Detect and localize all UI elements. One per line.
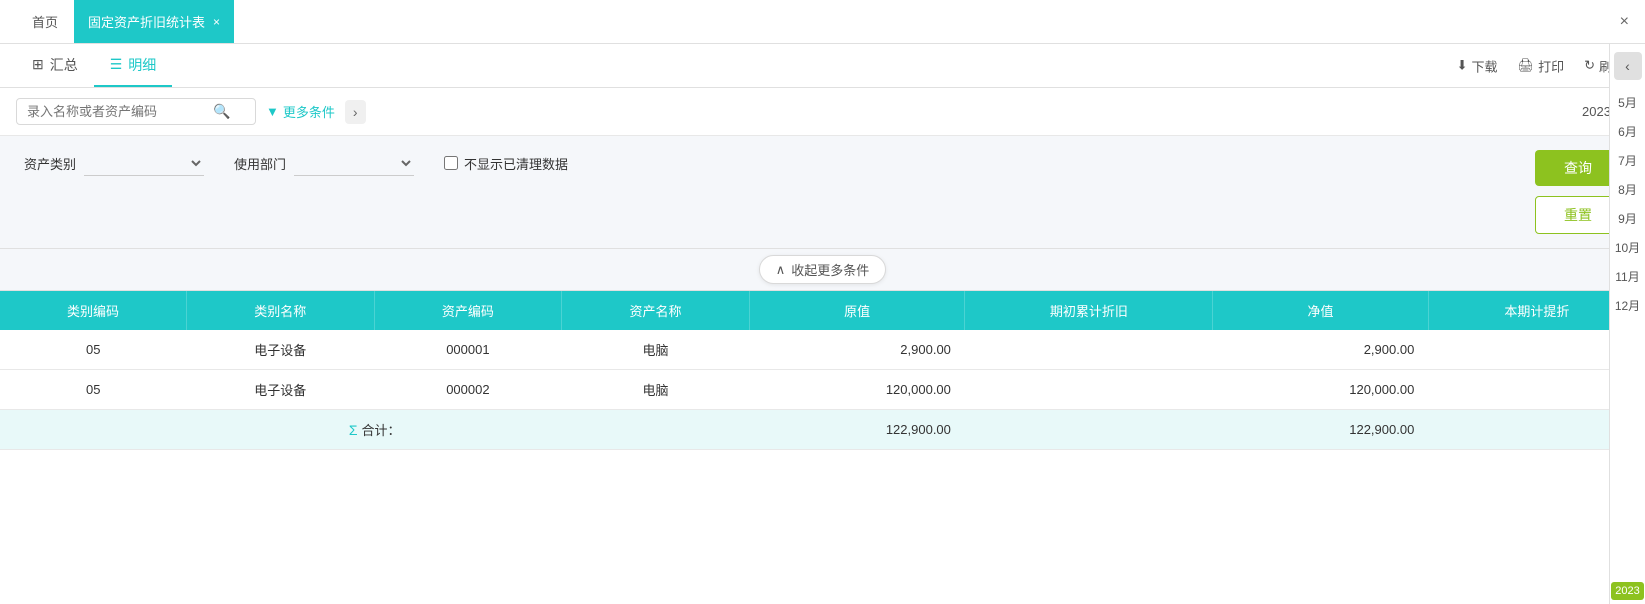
cell-accumulated-dep [965,370,1213,410]
print-label: 打印 [1538,56,1564,75]
active-tab[interactable]: 固定资产折旧统计表 × [74,0,234,43]
search-bar: 🔍 ▼ 更多条件 › 2023.01 [0,88,1645,136]
more-conditions-button[interactable]: ▼ 更多条件 [266,102,335,121]
cell-category-name: 电子设备 [186,330,374,370]
tab-detail[interactable]: ☰ 明细 [94,44,173,87]
month-item-10[interactable]: 10月 [1610,233,1645,262]
year-badge: 2023 [1611,582,1643,600]
col-asset-code: 资产编码 [374,291,562,330]
download-icon: ⬇ [1457,58,1468,74]
department-filter: 使用部门 [234,150,414,176]
table-row: 05 电子设备 000001 电脑 2,900.00 2,900.00 [0,330,1645,370]
cell-asset-code: 000001 [374,330,562,370]
cell-category-code: 05 [0,370,186,410]
tab-close-icon[interactable]: × [213,15,220,29]
summary-tab-icon: ⊞ [32,56,44,73]
filter-label: 更多条件 [283,102,335,121]
print-icon: 🖨 [1518,58,1535,74]
col-net-value: 净值 [1213,291,1429,330]
download-label: 下载 [1472,56,1498,75]
col-asset-name: 资产名称 [562,291,750,330]
asset-category-filter: 资产类别 [24,150,204,176]
window-close-button[interactable]: × [1620,13,1629,31]
tab-summary[interactable]: ⊞ 汇总 [16,44,94,87]
cell-original-value: 120,000.00 [749,370,965,410]
collapse-label: 收起更多条件 [791,260,869,279]
cell-asset-code: 000002 [374,370,562,410]
col-category-code: 类别编码 [0,291,186,330]
cell-asset-name: 电脑 [562,370,750,410]
summary-label-cell: Σ 合计： [0,410,749,450]
department-label: 使用部门 [234,154,286,173]
summary-label-text: 合计： [361,420,400,439]
search-icon: 🔍 [213,103,230,120]
filter-section: 资产类别 使用部门 不显示已清理数据 查询 重置 [0,136,1645,249]
sum-icon: Σ [349,422,358,438]
tab-label: 固定资产折旧统计表 [88,12,205,31]
cell-category-code: 05 [0,330,186,370]
col-accumulated-dep: 期初累计折旧 [965,291,1213,330]
summary-net-value: 122,900.00 [1213,410,1429,450]
data-table: 类别编码 类别名称 资产编码 资产名称 原值 期初累计折旧 净值 本期计提折 0… [0,291,1645,450]
month-item-5[interactable]: 5月 [1610,88,1645,117]
asset-category-label: 资产类别 [24,154,76,173]
toolbar-right: ⬇ 下载 🖨 打印 ↻ 刷新 [1457,56,1625,75]
hide-cleared-label: 不显示已清理数据 [464,154,568,173]
hide-cleared-checkbox-item[interactable]: 不显示已清理数据 [444,154,568,173]
filter-icon: ▼ [266,104,279,119]
right-sidebar: ‹ 5月 6月 7月 8月 9月 10月 11月 12月 2023 [1609,44,1645,604]
download-button[interactable]: ⬇ 下载 [1457,56,1498,75]
table-summary-row: Σ 合计： 122,900.00 122,900.00 [0,410,1645,450]
cell-net-value: 120,000.00 [1213,370,1429,410]
cell-original-value: 2,900.00 [749,330,965,370]
col-category-name: 类别名称 [186,291,374,330]
search-input-wrap: 🔍 [16,98,256,125]
expand-sidebar-button[interactable]: › [345,100,366,124]
month-item-9[interactable]: 9月 [1610,204,1645,233]
asset-category-select[interactable] [84,150,204,176]
home-nav[interactable]: 首页 [16,12,74,31]
cell-net-value: 2,900.00 [1213,330,1429,370]
detail-tab-icon: ☰ [110,56,123,73]
collapse-row: ∧ 收起更多条件 [0,249,1645,291]
detail-tab-label: 明细 [128,55,156,75]
month-item-6[interactable]: 6月 [1610,117,1645,146]
collapse-conditions-button[interactable]: ∧ 收起更多条件 [759,255,887,284]
col-original-value: 原值 [749,291,965,330]
print-button[interactable]: 🖨 打印 [1518,56,1565,75]
sub-tabs-bar: ⊞ 汇总 ☰ 明细 ⬇ 下载 🖨 打印 ↻ 刷新 [0,44,1645,88]
hide-cleared-checkbox[interactable] [444,156,458,170]
summary-tab-label: 汇总 [50,55,78,75]
summary-accumulated-dep [965,410,1213,450]
refresh-icon: ↻ [1584,58,1595,74]
department-select[interactable] [294,150,414,176]
cell-asset-name: 电脑 [562,330,750,370]
search-input[interactable] [27,104,207,119]
table-row: 05 电子设备 000002 电脑 120,000.00 120,000.00 [0,370,1645,410]
month-item-11[interactable]: 11月 [1610,262,1645,291]
summary-original-value: 122,900.00 [749,410,965,450]
cell-category-name: 电子设备 [186,370,374,410]
cell-accumulated-dep [965,330,1213,370]
main-content: ⊞ 汇总 ☰ 明细 ⬇ 下载 🖨 打印 ↻ 刷新 🔍 [0,44,1645,604]
table-container: 类别编码 类别名称 资产编码 资产名称 原值 期初累计折旧 净值 本期计提折 0… [0,291,1645,604]
month-item-7[interactable]: 7月 [1610,146,1645,175]
collapse-icon: ∧ [776,262,786,278]
sidebar-collapse-arrow[interactable]: ‹ [1614,52,1642,80]
filter-row: 资产类别 使用部门 不显示已清理数据 [24,150,1505,176]
month-item-8[interactable]: 8月 [1610,175,1645,204]
top-nav: 首页 固定资产折旧统计表 × × [0,0,1645,44]
month-item-12[interactable]: 12月 [1610,291,1645,320]
table-header-row: 类别编码 类别名称 资产编码 资产名称 原值 期初累计折旧 净值 本期计提折 [0,291,1645,330]
